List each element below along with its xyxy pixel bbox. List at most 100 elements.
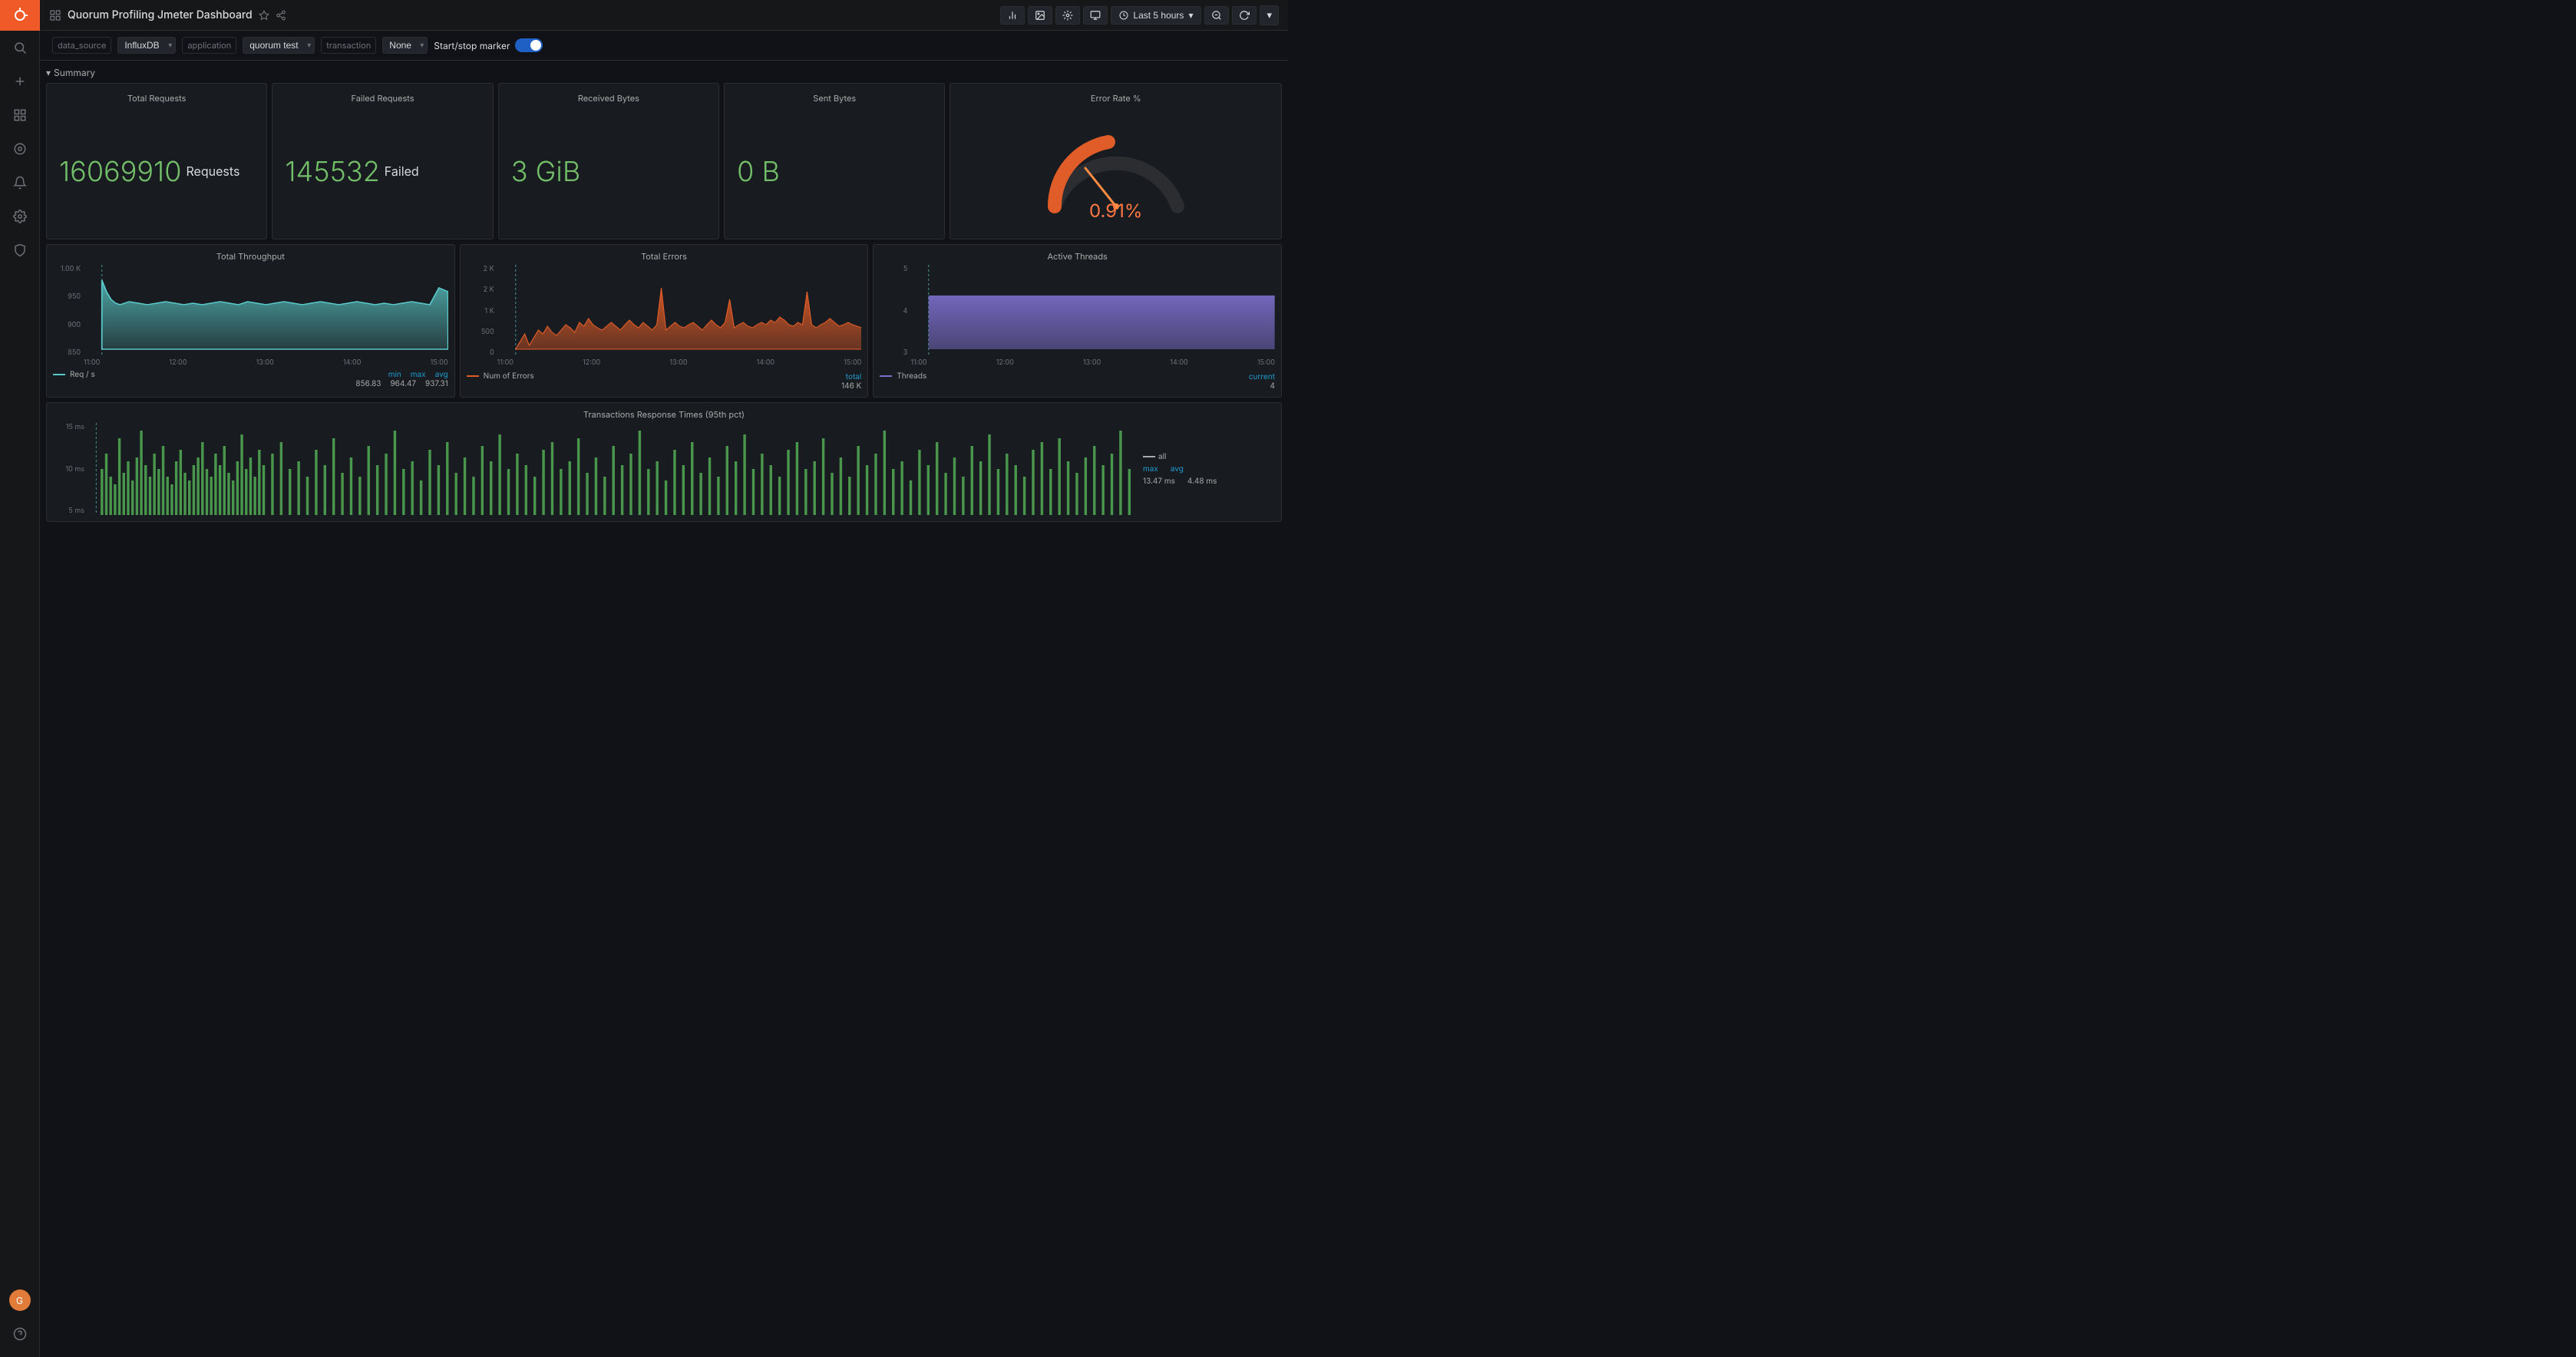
errors-panel: Total Errors 2 K 2 K 1 K 500 0: [460, 244, 869, 398]
section-title: Summary: [54, 67, 95, 78]
th-x-13: 13:00: [1083, 358, 1101, 367]
errors-y-axis: 2 K 2 K 1 K 500 0: [467, 265, 497, 357]
err-x-15: 15:00: [844, 358, 861, 367]
th-legend-line: [880, 375, 892, 377]
response-legend: all max avg 13.47 ms 4.48 ms: [1137, 423, 1275, 515]
err-legend-line: [467, 375, 479, 377]
failed-requests-number: 145532: [285, 154, 379, 188]
section-header: ▾ Summary: [46, 67, 1282, 78]
sent-bytes-title: Sent Bytes: [737, 93, 932, 104]
tp-legend-label: Req / s: [70, 370, 95, 379]
settings-icon-btn[interactable]: [1055, 6, 1080, 25]
transaction-select-wrap[interactable]: None: [382, 37, 428, 54]
datasource-select-wrap[interactable]: InfluxDB: [117, 37, 176, 54]
time-range-button[interactable]: Last 5 hours ▾: [1111, 6, 1201, 25]
tp-x-11: 11:00: [84, 358, 100, 367]
th-y-1: 5: [880, 265, 910, 273]
th-x-12: 12:00: [996, 358, 1014, 367]
errors-title: Total Errors: [467, 251, 862, 262]
tp-min-val: 856.83: [355, 379, 381, 388]
application-select[interactable]: quorum test: [243, 37, 315, 54]
application-select-wrap[interactable]: quorum test: [243, 37, 315, 54]
th-legend: Threads: [880, 371, 926, 381]
err-x-14: 14:00: [757, 358, 774, 367]
sidebar-settings[interactable]: [0, 200, 40, 233]
grid-icon: [49, 9, 61, 21]
tp-x-14: 14:00: [343, 358, 361, 367]
dashboard-content: ▾ Summary Total Requests 16069910 Reques…: [40, 61, 1288, 678]
th-x-15: 15:00: [1257, 358, 1275, 367]
throughput-svg-wrap: [84, 265, 448, 357]
th-legend-label: Threads: [897, 371, 926, 381]
tp-min-label: min: [388, 370, 401, 379]
error-rate-title: Error Rate %: [963, 93, 1269, 104]
resp-max-val: 13.47 ms: [1143, 477, 1175, 486]
resp-legend-item: all: [1143, 452, 1275, 461]
response-panel: Transactions Response Times (95th pct) 1…: [46, 402, 1282, 522]
err-x-13: 13:00: [669, 358, 687, 367]
start-stop-toggle[interactable]: [515, 38, 543, 52]
datasource-select[interactable]: InfluxDB: [117, 37, 176, 54]
err-total-val: 146 K: [841, 381, 861, 391]
errors-svg-wrap: [497, 265, 862, 357]
received-bytes-value: 3 GiB: [511, 113, 706, 229]
tp-stat-values: 856.83 964.47 937.31: [53, 379, 448, 388]
response-chart-area: 15 ms 10 ms 5 ms: [53, 423, 1275, 515]
tp-legend: Req / s: [53, 370, 95, 379]
total-requests-number: 16069910: [59, 154, 181, 188]
received-bytes-panel: Received Bytes 3 GiB: [498, 83, 719, 239]
sidebar-search[interactable]: [0, 31, 40, 64]
threads-title: Active Threads: [880, 251, 1275, 262]
grafana-logo[interactable]: [0, 0, 40, 31]
image-icon-btn[interactable]: [1028, 6, 1052, 25]
zoom-out-btn[interactable]: [1204, 6, 1229, 25]
th-current-container: current: [1249, 370, 1275, 381]
sent-bytes-number: 0 B: [737, 154, 780, 188]
top-bar-left: Quorum Profiling Jmeter Dashboard: [49, 8, 286, 21]
transaction-select[interactable]: None: [382, 37, 428, 54]
sidebar-explore[interactable]: [0, 132, 40, 166]
expand-btn[interactable]: ▾: [1260, 5, 1279, 25]
y-label-3: 900: [53, 321, 84, 329]
resp-stat-row: max avg: [1143, 464, 1275, 474]
resp-y-2: 10 ms: [65, 465, 84, 474]
top-bar-icons: Last 5 hours ▾ ▾: [1000, 5, 1279, 25]
top-bar: Quorum Profiling Jmeter Dashboard: [40, 0, 1288, 31]
tp-legend-line: [53, 374, 65, 375]
sidebar-shield[interactable]: [0, 233, 40, 267]
sidebar: G: [0, 0, 40, 1357]
tp-max-val: 964.47: [390, 379, 416, 388]
total-requests-panel: Total Requests 16069910 Requests: [46, 83, 267, 239]
th-x-14: 14:00: [1170, 358, 1187, 367]
filter-bar: data_source InfluxDB application quorum …: [40, 31, 1288, 61]
summary-grid: Total Requests 16069910 Requests Failed …: [46, 83, 1282, 239]
tp-max-label: max: [411, 370, 426, 379]
throughput-panel: Total Throughput 1.00 K 950 900 850: [46, 244, 455, 398]
sidebar-help[interactable]: [0, 1317, 40, 1351]
resp-avg-label: avg: [1171, 464, 1184, 474]
monitor-icon-btn[interactable]: [1083, 6, 1108, 25]
sidebar-dashboards[interactable]: [0, 98, 40, 132]
total-requests-title: Total Requests: [59, 93, 254, 104]
sidebar-avatar[interactable]: G: [0, 1283, 40, 1317]
gauge-value: 0.91%: [1089, 200, 1143, 222]
err-y-5: 0: [467, 348, 497, 357]
chart-icon-btn[interactable]: [1000, 6, 1025, 25]
sidebar-alerting[interactable]: [0, 166, 40, 200]
refresh-btn[interactable]: [1232, 6, 1257, 25]
sidebar-add[interactable]: [0, 64, 40, 98]
application-label: application: [182, 37, 236, 54]
resp-max-label: max: [1143, 464, 1158, 474]
error-rate-panel: Error Rate % 0.91%: [949, 83, 1282, 239]
tp-x-13: 13:00: [256, 358, 274, 367]
star-icon[interactable]: [259, 10, 269, 21]
failed-requests-unit: Failed: [385, 163, 419, 179]
received-bytes-title: Received Bytes: [511, 93, 706, 104]
threads-y-axis: 5 4 3: [880, 265, 910, 357]
response-svg-container: [88, 423, 1137, 515]
share-icon[interactable]: [276, 10, 286, 21]
time-range-chevron: ▾: [1188, 10, 1193, 21]
err-total-container: total: [846, 370, 862, 381]
err-stat-values: 146 K: [467, 381, 862, 391]
charts-grid: Total Throughput 1.00 K 950 900 850: [46, 244, 1282, 398]
